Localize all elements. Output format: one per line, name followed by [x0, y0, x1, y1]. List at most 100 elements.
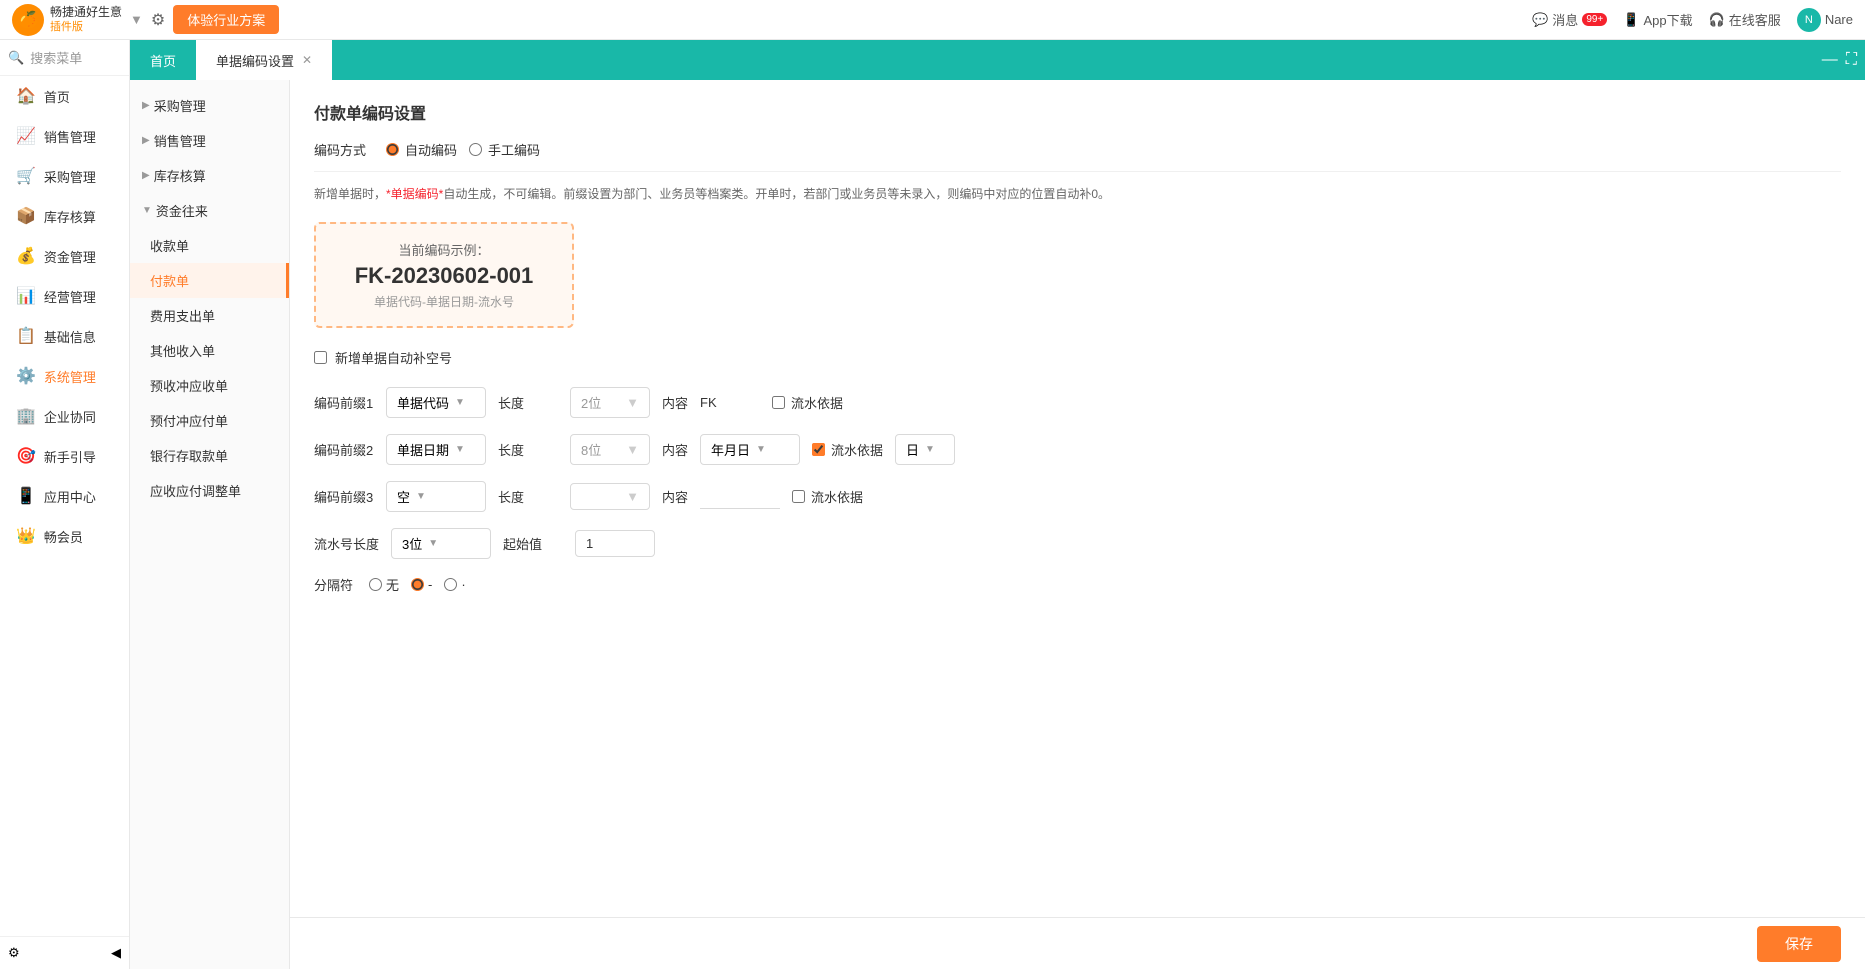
sep-dot-option[interactable]: ·	[444, 577, 465, 592]
sub-item-other-income[interactable]: 其他收入单	[130, 333, 289, 368]
sub-header-inventory[interactable]: ▶ 库存核算	[130, 158, 289, 193]
sidebar-item-home[interactable]: 🏠 首页	[0, 76, 129, 116]
serial2-checkbox[interactable]	[812, 443, 825, 456]
arrow-sales: ▶	[142, 135, 150, 146]
online-service-item[interactable]: 🎧 在线客服	[1709, 10, 1781, 29]
granularity-value: 日	[906, 440, 919, 459]
length2-input[interactable]: 8位 ▼	[570, 434, 650, 465]
prefix1-value: 单据代码	[397, 393, 449, 412]
brand-text: 畅捷通好生意 插件版	[50, 5, 122, 35]
right-panel: 首页 单据编码设置 ✕ — ⛶ ▶ 采购管理	[130, 40, 1865, 969]
arrow-inventory: ▶	[142, 170, 150, 181]
sidebar-collapse-icon[interactable]: ◀	[111, 945, 121, 961]
tab-minimize-icon[interactable]: —	[1822, 51, 1838, 69]
sep-dash-option[interactable]: -	[411, 577, 432, 592]
preview-code: FK-20230602-001	[340, 263, 548, 289]
auto-encode-radio[interactable]	[386, 143, 399, 156]
user-item[interactable]: N Nare	[1797, 8, 1853, 32]
sub-item-receivable-adjust[interactable]: 应收应付调整单	[130, 473, 289, 508]
serial3-label: 流水依据	[811, 487, 863, 506]
length1-input[interactable]: 2位 ▼	[570, 387, 650, 418]
sub-label-capital: 资金往来	[156, 201, 208, 220]
online-service-label: 在线客服	[1729, 10, 1781, 29]
sub-item-prepaid-pay[interactable]: 预付冲应付单	[130, 403, 289, 438]
experience-button[interactable]: 体验行业方案	[173, 5, 279, 34]
sidebar-item-basic[interactable]: 📋 基础信息	[0, 316, 129, 356]
sub-item-expense[interactable]: 费用支出单	[130, 298, 289, 333]
serial3-checkbox-label[interactable]: 流水依据	[792, 487, 863, 506]
sidebar-search[interactable]: 🔍 搜索菜单	[0, 40, 129, 76]
prefix1-select[interactable]: 单据代码 ▼	[386, 387, 486, 418]
sub-group-sales: ▶ 销售管理	[130, 123, 289, 158]
prefix2-arrow: ▼	[455, 444, 465, 455]
sidebar-item-apps[interactable]: 📱 应用中心	[0, 476, 129, 516]
info-highlight: *单据编码*	[386, 187, 443, 201]
sep-dot-radio[interactable]	[444, 578, 457, 591]
serial1-checkbox[interactable]	[772, 396, 785, 409]
sidebar-item-guide[interactable]: 🎯 新手引导	[0, 436, 129, 476]
sep-none-radio[interactable]	[369, 578, 382, 591]
save-button[interactable]: 保存	[1757, 926, 1841, 962]
sub-items-capital: 收款单 付款单 费用支出单 其他收入单 预收冲应收单 预付冲应付单 银行存取款单…	[130, 228, 289, 508]
sidebar-item-sales[interactable]: 📈 销售管理	[0, 116, 129, 156]
serial1-checkbox-label[interactable]: 流水依据	[772, 393, 843, 412]
sidebar-item-enterprise[interactable]: 🏢 企业协同	[0, 396, 129, 436]
serial1-label: 流水依据	[791, 393, 843, 412]
start-value-label: 起始值	[503, 534, 563, 553]
manual-encode-option[interactable]: 手工编码	[469, 140, 540, 159]
tab-home[interactable]: 首页	[130, 40, 196, 80]
sep-none-option[interactable]: 无	[369, 575, 399, 594]
sidebar-item-purchase[interactable]: 🛒 采购管理	[0, 156, 129, 196]
sep-dash-radio[interactable]	[411, 578, 424, 591]
auto-fill-checkbox[interactable]	[314, 351, 327, 364]
serial3-checkbox[interactable]	[792, 490, 805, 503]
apps-icon: 📱	[16, 486, 36, 506]
app-download-label: App下载	[1643, 10, 1692, 29]
sub-label-inventory: 库存核算	[154, 166, 206, 185]
tab-close-icon[interactable]: ✕	[302, 53, 312, 67]
start-value-input[interactable]	[575, 530, 655, 557]
sub-item-receipt[interactable]: 收款单	[130, 228, 289, 263]
prefix2-label: 编码前缀2	[314, 440, 374, 459]
length2-value: 8位	[581, 440, 601, 459]
sidebar-item-operations[interactable]: 📊 经营管理	[0, 276, 129, 316]
granularity-select[interactable]: 日 ▼	[895, 434, 955, 465]
sub-header-sales[interactable]: ▶ 销售管理	[130, 123, 289, 158]
sub-item-bank-deposit[interactable]: 银行存取款单	[130, 438, 289, 473]
content1-value: FK	[700, 395, 760, 410]
sub-item-payment[interactable]: 付款单	[130, 263, 289, 298]
prefix2-select[interactable]: 单据日期 ▼	[386, 434, 486, 465]
sidebar-item-finance[interactable]: 💰 资金管理	[0, 236, 129, 276]
serial-length-select[interactable]: 3位 ▼	[391, 528, 491, 559]
serial2-checkbox-label[interactable]: 流水依据	[812, 440, 883, 459]
prefix3-select[interactable]: 空 ▼	[386, 481, 486, 512]
sidebar-item-member[interactable]: 👑 畅会员	[0, 516, 129, 556]
content2-select[interactable]: 年月日 ▼	[700, 434, 800, 465]
enterprise-icon: 🏢	[16, 406, 36, 426]
length3-input[interactable]: ▼	[570, 483, 650, 510]
body-area: ▶ 采购管理 ▶ 销售管理 ▶ 库存核算	[130, 80, 1865, 969]
manual-encode-radio[interactable]	[469, 143, 482, 156]
headset-icon: 🎧	[1709, 12, 1725, 28]
app-download-item[interactable]: 📱 App下载	[1623, 10, 1692, 29]
sidebar-item-system[interactable]: ⚙️ 系统管理	[0, 356, 129, 396]
auto-encode-option[interactable]: 自动编码	[386, 140, 457, 159]
sub-header-purchase[interactable]: ▶ 采购管理	[130, 88, 289, 123]
search-icon: 🔍	[8, 50, 24, 66]
dropdown-arrow[interactable]: ▼	[130, 12, 143, 27]
message-item[interactable]: 💬 消息 99+	[1532, 10, 1607, 29]
sub-group-capital: ▼ 资金往来 收款单 付款单 费用支出单 其他收入单 预收冲应收单 预付冲应付单…	[130, 193, 289, 508]
sidebar-item-inventory[interactable]: 📦 库存核算	[0, 196, 129, 236]
prefix1-arrow: ▼	[455, 397, 465, 408]
sidebar-settings-icon[interactable]: ⚙	[8, 945, 20, 961]
sub-item-prepaid-recv[interactable]: 预收冲应收单	[130, 368, 289, 403]
prefix-row-3: 编码前缀3 空 ▼ 长度 ▼ 内容	[314, 481, 1841, 512]
settings-icon[interactable]: ⚙	[151, 10, 165, 30]
username: Nare	[1825, 12, 1853, 27]
length1-arrow: ▼	[626, 395, 639, 410]
tab-expand-icon[interactable]: ⛶	[1846, 51, 1857, 69]
page-title: 付款单编码设置	[314, 100, 1841, 124]
sub-header-capital[interactable]: ▼ 资金往来	[130, 193, 289, 228]
tab-encode[interactable]: 单据编码设置 ✕	[196, 40, 332, 80]
auto-encode-label: 自动编码	[405, 140, 457, 159]
